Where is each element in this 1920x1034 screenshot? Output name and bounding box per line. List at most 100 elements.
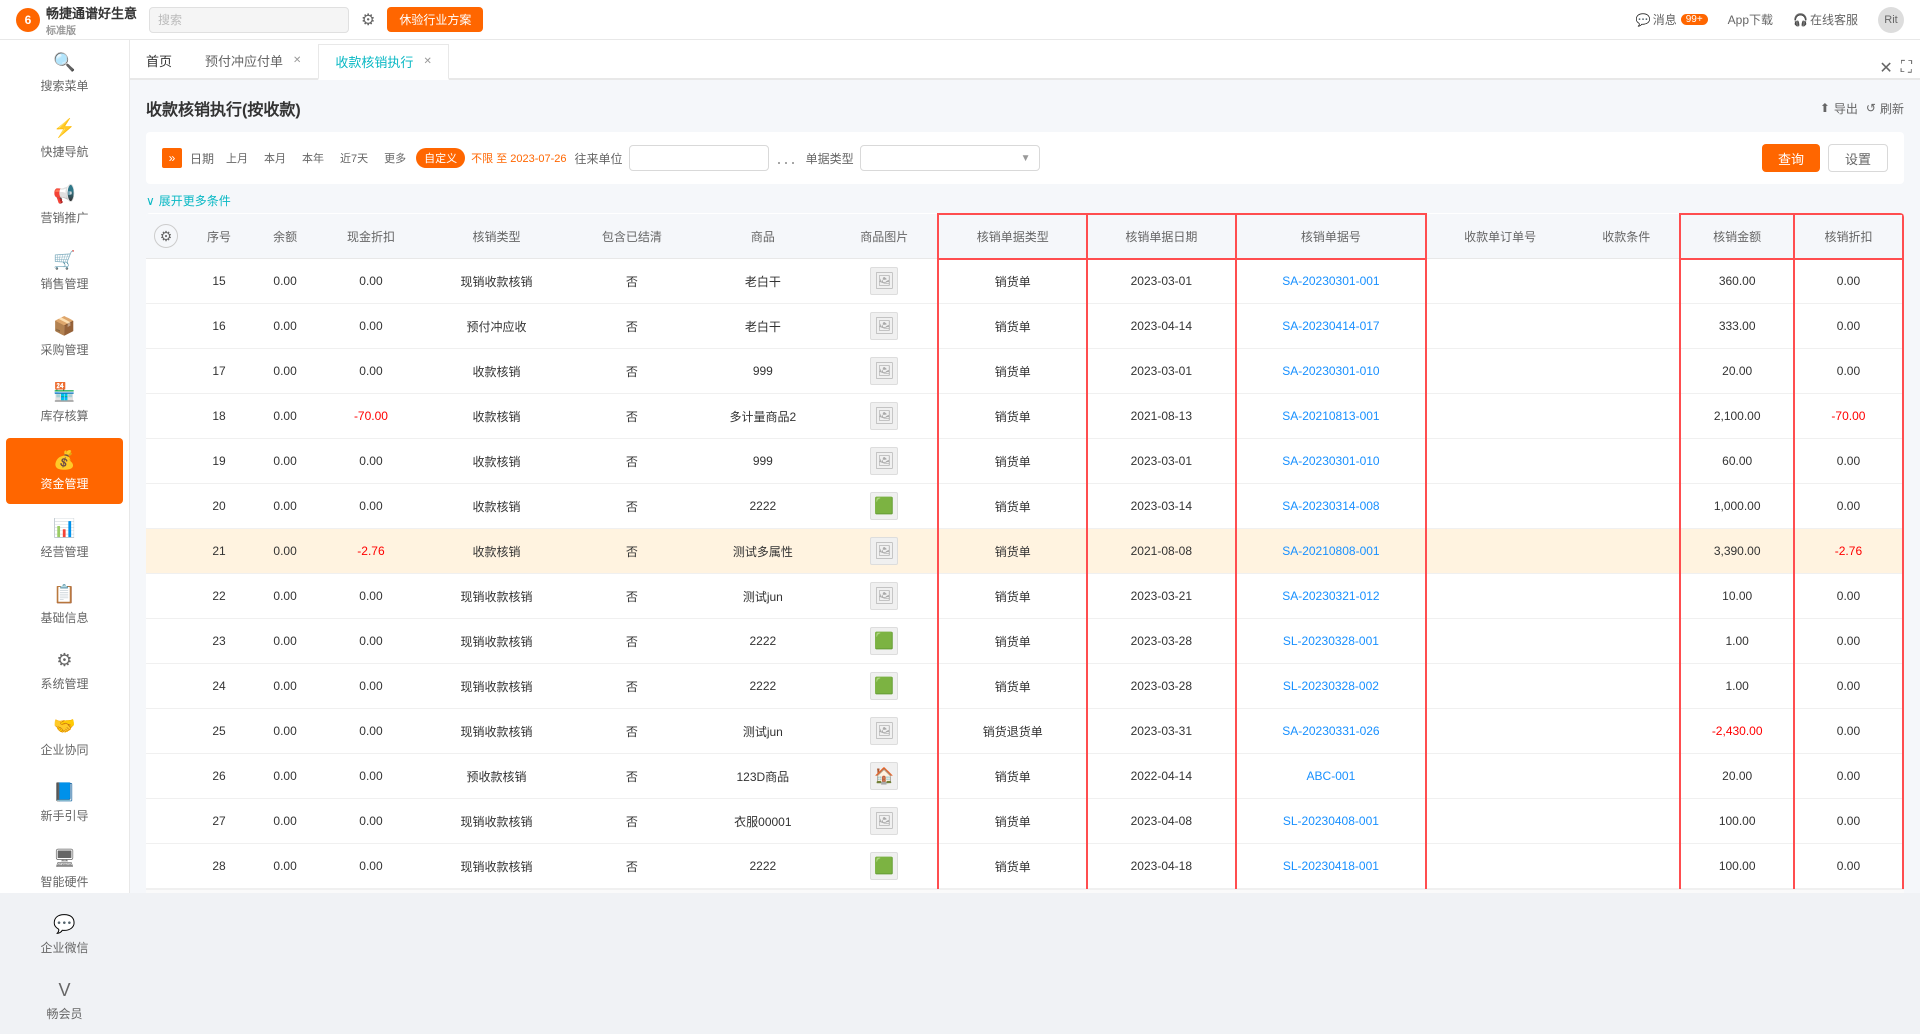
online-service-link[interactable]: 🎧 在线客服 bbox=[1793, 11, 1858, 28]
sidebar-item-7[interactable]: 📊经营管理 bbox=[0, 506, 129, 572]
cell-checkbox[interactable] bbox=[146, 709, 186, 754]
sidebar-item-9[interactable]: ⚙系统管理 bbox=[0, 638, 129, 704]
bill-type-filter: 单据类型 ▼ bbox=[806, 145, 1040, 171]
cell-receipt-order-no bbox=[1426, 394, 1573, 439]
cell-verify-bill-no[interactable]: SL-20230328-001 bbox=[1236, 619, 1427, 664]
cell-verify-bill-date: 2023-03-01 bbox=[1087, 259, 1236, 304]
from-unit-input[interactable] bbox=[629, 145, 769, 171]
cell-checkbox[interactable] bbox=[146, 349, 186, 394]
cell-verify-bill-no[interactable]: SA-20230321-012 bbox=[1236, 574, 1427, 619]
cell-product-img: 🖼 bbox=[831, 349, 938, 394]
tab-prepay-close[interactable]: ✕ bbox=[293, 55, 301, 66]
tab-verify-close[interactable]: ✕ bbox=[423, 56, 431, 67]
tab-verify[interactable]: 收款核销执行 ✕ bbox=[318, 44, 448, 80]
table-row: 26 0.00 0.00 预收款核销 否 123D商品 🏠 销货单 2022-0… bbox=[146, 754, 1903, 799]
expand-more-btn[interactable]: ∨ 展开更多条件 bbox=[146, 192, 1904, 209]
cell-product: 老白干 bbox=[695, 259, 832, 304]
cell-product: 衣服00001 bbox=[695, 799, 832, 844]
date-btn-this-month[interactable]: 本月 bbox=[258, 148, 292, 168]
sidebar-item-1[interactable]: ⚡快捷导航 bbox=[0, 106, 129, 172]
sidebar-label-3: 销售管理 bbox=[40, 275, 88, 292]
cell-checkbox[interactable] bbox=[146, 799, 186, 844]
app-download-link[interactable]: App下载 bbox=[1728, 11, 1773, 28]
cell-verify-bill-no[interactable]: SA-20230314-008 bbox=[1236, 484, 1427, 529]
cell-balance: 0.00 bbox=[252, 529, 318, 574]
cell-verify-bill-no[interactable]: SL-20230328-002 bbox=[1236, 664, 1427, 709]
cell-checkbox[interactable] bbox=[146, 574, 186, 619]
sidebar-item-13[interactable]: 💬企业微信 bbox=[0, 902, 129, 968]
sidebar-item-6[interactable]: 💰资金管理 bbox=[6, 438, 123, 504]
sidebar-item-3[interactable]: 🛒销售管理 bbox=[0, 238, 129, 304]
cell-verify-bill-no[interactable]: SA-20230301-010 bbox=[1236, 439, 1427, 484]
sidebar-item-8[interactable]: 📋基础信息 bbox=[0, 572, 129, 638]
sidebar-icon-1: ⚡ bbox=[53, 118, 75, 139]
cell-verify-bill-no[interactable]: SA-20230301-010 bbox=[1236, 349, 1427, 394]
cell-verify-bill-date: 2023-04-14 bbox=[1087, 304, 1236, 349]
cell-verify-amount: 1.00 bbox=[1680, 664, 1793, 709]
cell-verify-bill-no[interactable]: ABC-001 bbox=[1236, 754, 1427, 799]
date-btn-this-year[interactable]: 本年 bbox=[296, 148, 330, 168]
date-btn-7days[interactable]: 近7天 bbox=[334, 148, 374, 168]
bill-type-dropdown-arrow[interactable]: ▼ bbox=[1021, 153, 1031, 164]
cell-verify-bill-no[interactable]: SL-20230418-001 bbox=[1236, 844, 1427, 889]
sidebar-item-0[interactable]: 🔍搜索菜单 bbox=[0, 40, 129, 106]
avatar[interactable]: Rit bbox=[1878, 7, 1904, 33]
cell-checkbox[interactable] bbox=[146, 529, 186, 574]
col-settings[interactable]: ⚙ bbox=[146, 214, 186, 259]
cell-verify-bill-no[interactable]: SA-20230331-026 bbox=[1236, 709, 1427, 754]
sidebar-item-5[interactable]: 🏪库存核算 bbox=[0, 370, 129, 436]
setting-btn[interactable]: 设置 bbox=[1828, 144, 1888, 172]
date-btn-custom[interactable]: 自定义 bbox=[416, 148, 465, 168]
tab-prepay[interactable]: 预付冲应付单 ✕ bbox=[188, 42, 318, 78]
sidebar-label-9: 系统管理 bbox=[40, 675, 88, 692]
cell-cash-discount: -70.00 bbox=[318, 394, 424, 439]
sidebar-item-14[interactable]: V畅会员 bbox=[0, 968, 129, 1034]
cell-verify-amount: 100.00 bbox=[1680, 799, 1793, 844]
filter-expand-btn[interactable]: » bbox=[162, 148, 182, 168]
cell-product: 老白干 bbox=[695, 304, 832, 349]
cell-verify-bill-no[interactable]: SA-20210813-001 bbox=[1236, 394, 1427, 439]
cell-verify-amount: 20.00 bbox=[1680, 349, 1793, 394]
sidebar-label-4: 采购管理 bbox=[40, 341, 88, 358]
refresh-btn[interactable]: ↺ 刷新 bbox=[1866, 100, 1904, 117]
cell-checkbox[interactable] bbox=[146, 304, 186, 349]
export-btn[interactable]: ⬆ 导出 bbox=[1820, 100, 1858, 117]
cell-checkbox[interactable] bbox=[146, 394, 186, 439]
cell-verify-bill-date: 2023-03-28 bbox=[1087, 664, 1236, 709]
cell-seq: 20 bbox=[186, 484, 252, 529]
table-row: 17 0.00 0.00 收款核销 否 999 🖼 销货单 2023-03-01… bbox=[146, 349, 1903, 394]
message-icon[interactable]: 💬 消息 99+ bbox=[1636, 11, 1708, 28]
close-tab-btn[interactable]: ✕ bbox=[1879, 58, 1892, 78]
tab-home[interactable]: 首页 bbox=[130, 42, 188, 78]
cell-verify-bill-no[interactable]: SA-20230301-001 bbox=[1236, 259, 1427, 304]
cell-product: 测试jun bbox=[695, 574, 832, 619]
cell-checkbox[interactable] bbox=[146, 619, 186, 664]
fullscreen-btn[interactable]: ⛶ bbox=[1901, 59, 1912, 77]
cell-checkbox[interactable] bbox=[146, 259, 186, 304]
sidebar-item-11[interactable]: 📘新手引导 bbox=[0, 770, 129, 836]
cell-checkbox[interactable] bbox=[146, 484, 186, 529]
cell-receipt-condition bbox=[1573, 754, 1680, 799]
cell-checkbox[interactable] bbox=[146, 754, 186, 799]
query-btn[interactable]: 查询 bbox=[1762, 144, 1820, 172]
date-btn-last-month[interactable]: 上月 bbox=[220, 148, 254, 168]
cell-verify-bill-no[interactable]: SA-20210808-001 bbox=[1236, 529, 1427, 574]
sidebar-item-10[interactable]: 🤝企业协同 bbox=[0, 704, 129, 770]
sidebar-item-12[interactable]: 🖥智能硬件 bbox=[0, 836, 129, 902]
sidebar-icon-0: 🔍 bbox=[53, 52, 75, 73]
sidebar-item-4[interactable]: 📦采购管理 bbox=[0, 304, 129, 370]
industry-btn[interactable]: 休验行业方案 bbox=[387, 7, 483, 32]
data-table: ⚙ 序号 余额 现金折扣 核销类型 包含已结清 商品 商品图片 核销单据类型 核… bbox=[146, 213, 1904, 889]
cell-checkbox[interactable] bbox=[146, 844, 186, 889]
cell-verify-discount: 0.00 bbox=[1794, 259, 1903, 304]
cell-verify-bill-no[interactable]: SA-20230414-017 bbox=[1236, 304, 1427, 349]
date-btn-more[interactable]: 更多 bbox=[378, 148, 412, 168]
cell-verify-type: 现销收款核销 bbox=[424, 664, 569, 709]
cell-verify-bill-no[interactable]: SL-20230408-001 bbox=[1236, 799, 1427, 844]
top-bar: 6 畅捷通谱好生意 标准版 搜索 ⚙ 休验行业方案 💬 消息 99+ App下载… bbox=[0, 0, 1920, 40]
sidebar-icon-8: 📋 bbox=[53, 584, 75, 605]
cell-checkbox[interactable] bbox=[146, 664, 186, 709]
sidebar-item-2[interactable]: 📢营销推广 bbox=[0, 172, 129, 238]
gear-icon[interactable]: ⚙ bbox=[361, 10, 375, 30]
cell-checkbox[interactable] bbox=[146, 439, 186, 484]
